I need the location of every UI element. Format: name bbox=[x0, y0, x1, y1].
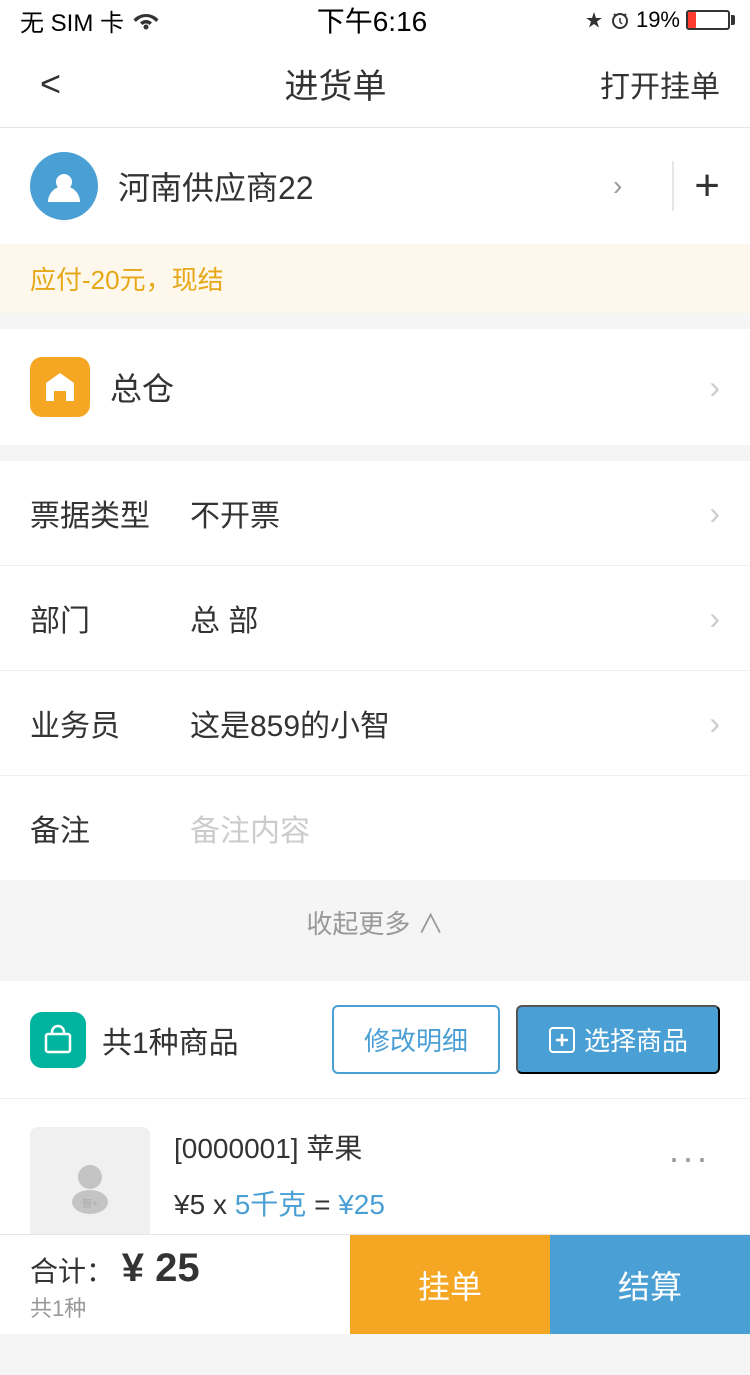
warehouse-section[interactable]: 总仓 › bbox=[0, 329, 750, 445]
battery-icon bbox=[686, 10, 730, 30]
form-section: 票据类型 不开票 › 部门 总 部 › 业务员 这是859的小智 › 备注 备注… bbox=[0, 461, 750, 880]
total-amount: ¥ 25 bbox=[122, 1246, 200, 1290]
salesman-label: 业务员 bbox=[30, 701, 170, 745]
total-label: 合计： bbox=[30, 1256, 114, 1287]
supplier-section: 河南供应商22 › + 应付-20元，现结 bbox=[0, 128, 750, 313]
hang-button[interactable]: 挂单 bbox=[350, 1235, 550, 1334]
product-image-icon: 智+ bbox=[55, 1152, 125, 1222]
department-label: 部门 bbox=[30, 596, 170, 640]
supplier-divider bbox=[672, 161, 674, 211]
collapse-button[interactable]: 收起更多 ∧ bbox=[0, 880, 750, 965]
department-row[interactable]: 部门 总 部 › bbox=[0, 566, 750, 671]
products-header: 共1种商品 修改明细 选择商品 bbox=[0, 981, 750, 1099]
remark-input[interactable]: 备注内容 bbox=[170, 806, 720, 850]
product-thumbnail: 智+ bbox=[30, 1127, 150, 1247]
salesman-row[interactable]: 业务员 这是859的小智 › bbox=[0, 671, 750, 776]
status-time: 下午6:16 bbox=[317, 0, 428, 40]
location-icon bbox=[584, 10, 604, 30]
supplier-name: 河南供应商22 bbox=[118, 163, 613, 209]
back-button[interactable]: < bbox=[30, 53, 71, 115]
remark-row[interactable]: 备注 备注内容 bbox=[0, 776, 750, 880]
select-product-button[interactable]: 选择商品 bbox=[516, 1005, 720, 1074]
department-chevron-icon: › bbox=[709, 600, 720, 637]
products-icon bbox=[30, 1012, 86, 1068]
total-count: 共1种 bbox=[30, 1291, 320, 1323]
product-info: [0000001] 苹果 ¥5 x 5千克 = ¥25 bbox=[174, 1127, 658, 1223]
product-more-button[interactable]: ··· bbox=[658, 1127, 720, 1189]
alert-banner: 应付-20元，现结 bbox=[0, 244, 750, 313]
home-icon bbox=[42, 369, 78, 405]
bottom-bar: 合计： ¥ 25 共1种 挂单 结算 bbox=[0, 1234, 750, 1334]
page-title: 进货单 bbox=[285, 59, 387, 108]
alarm-icon bbox=[610, 10, 630, 30]
product-price: ¥5 x 5千克 = ¥25 bbox=[174, 1183, 658, 1223]
ticket-type-chevron-icon: › bbox=[709, 495, 720, 532]
svg-text:智+: 智+ bbox=[82, 1197, 98, 1210]
modify-detail-button[interactable]: 修改明细 bbox=[332, 1005, 500, 1074]
warehouse-icon bbox=[30, 357, 90, 417]
checkout-button[interactable]: 结算 bbox=[550, 1235, 750, 1334]
add-supplier-button[interactable]: + bbox=[694, 164, 720, 208]
warehouse-name: 总仓 bbox=[110, 364, 709, 410]
select-product-icon bbox=[548, 1026, 576, 1054]
status-bar: 无 SIM 卡 下午6:16 19% bbox=[0, 0, 750, 40]
total-area: 合计： ¥ 25 共1种 bbox=[0, 1246, 350, 1323]
open-hang-button[interactable]: 打开挂单 bbox=[600, 62, 720, 106]
products-count: 共1种商品 bbox=[102, 1018, 332, 1062]
main-content: 河南供应商22 › + 应付-20元，现结 总仓 › 票据类型 不开票 › 部门… bbox=[0, 128, 750, 1375]
status-right: 19% bbox=[584, 7, 730, 33]
salesman-value: 这是859的小智 bbox=[170, 701, 709, 745]
wifi-icon bbox=[132, 10, 160, 30]
warehouse-chevron-icon: › bbox=[709, 369, 720, 406]
ticket-type-label: 票据类型 bbox=[30, 491, 170, 535]
remark-label: 备注 bbox=[30, 806, 170, 850]
nav-bar: < 进货单 打开挂单 bbox=[0, 40, 750, 128]
supplier-row[interactable]: 河南供应商22 › + bbox=[0, 128, 750, 244]
supplier-chevron-icon: › bbox=[613, 170, 622, 202]
product-name: [0000001] 苹果 bbox=[174, 1127, 658, 1167]
department-value: 总 部 bbox=[170, 596, 709, 640]
bag-icon bbox=[42, 1024, 74, 1056]
supplier-avatar bbox=[30, 152, 98, 220]
products-section: 共1种商品 修改明细 选择商品 智+ [000000 bbox=[0, 981, 750, 1275]
avatar-icon bbox=[44, 166, 84, 206]
ticket-type-row[interactable]: 票据类型 不开票 › bbox=[0, 461, 750, 566]
salesman-chevron-icon: › bbox=[709, 705, 720, 742]
ticket-type-value: 不开票 bbox=[170, 491, 709, 535]
status-carrier: 无 SIM 卡 bbox=[20, 3, 160, 38]
